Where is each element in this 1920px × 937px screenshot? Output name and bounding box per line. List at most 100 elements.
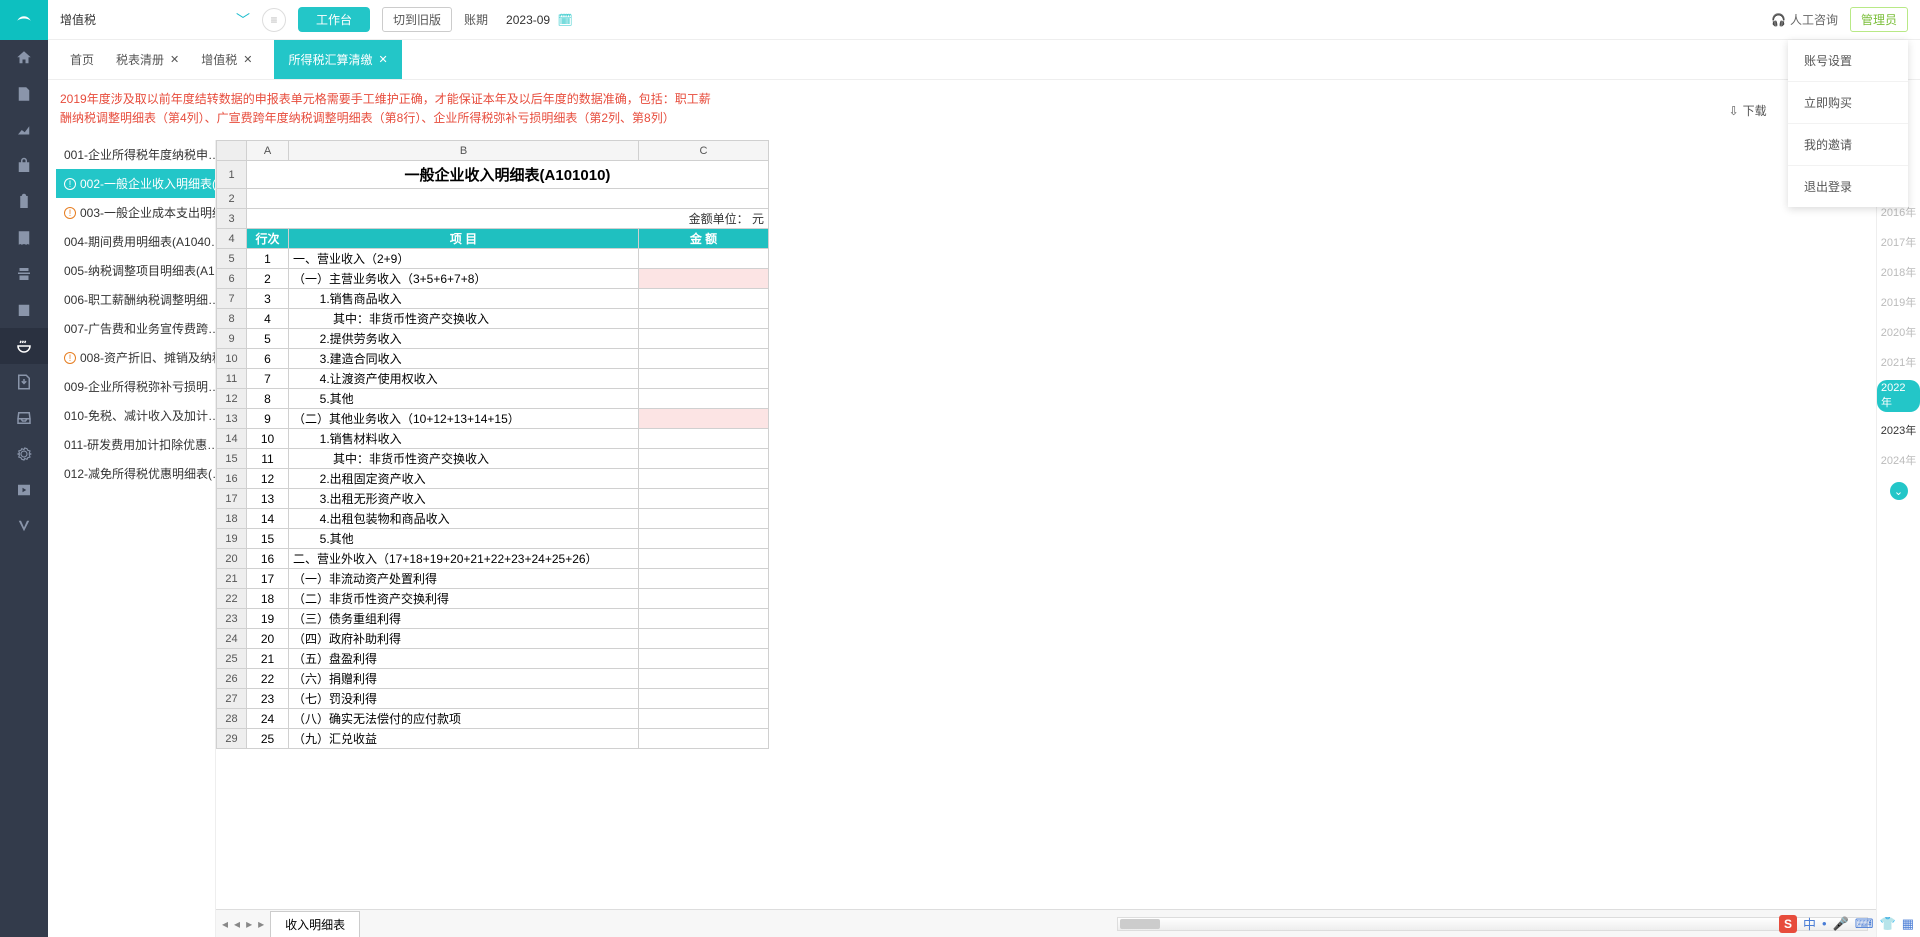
rail-stamp-icon[interactable] [0, 256, 48, 292]
tab[interactable]: 增值税 ✕ [201, 40, 252, 79]
rail-video-icon[interactable] [0, 472, 48, 508]
tab[interactable]: 所得税汇算清缴 ✕ [274, 40, 401, 79]
download-label: 下载 [1743, 102, 1767, 119]
dropdown-item[interactable]: 立即购买 [1788, 81, 1908, 123]
warning-notice: 2019年度涉及取以前年度结转数据的申报表单元格需要手工维护正确，才能保证本年及… [60, 90, 720, 128]
ime-i4[interactable]: 👕 [1880, 916, 1896, 932]
year-item[interactable]: 2023年 [1879, 418, 1918, 442]
rail-clipboard-icon[interactable] [0, 184, 48, 220]
year-more-icon[interactable]: ⌄ [1890, 482, 1908, 500]
sheet-footer: ◂◂▸▸ 收入明细表 [216, 909, 1876, 937]
tax-type-label: 增值税 [60, 11, 96, 28]
tab-label: 增值税 [201, 51, 237, 68]
year-item[interactable]: 2024年 [1879, 448, 1918, 472]
year-item[interactable]: 2019年 [1879, 290, 1918, 314]
period-picker[interactable]: 2023-09 🗓 [500, 13, 573, 27]
rail-bowl-icon[interactable] [0, 328, 48, 364]
dropdown-item[interactable]: 账号设置 [1788, 40, 1908, 81]
close-icon[interactable]: ✕ [170, 53, 179, 66]
tab[interactable]: 税表清册 ✕ [116, 40, 179, 79]
ime-i5[interactable]: ▦ [1902, 916, 1914, 932]
form-list-item[interactable]: 004-期间费用明细表(A1040… [56, 227, 215, 256]
rail-receipt-icon[interactable] [0, 220, 48, 256]
spreadsheet: ABC1一般企业收入明细表(A101010)23金额单位： 元4行次项 目金 额… [216, 140, 1876, 937]
close-icon[interactable]: ✕ [243, 53, 252, 66]
download-button[interactable]: ⇩ 下载 [1729, 102, 1767, 119]
form-list-item[interactable]: 012-减免所得税优惠明细表(… [56, 459, 215, 488]
form-list-item[interactable]: 010-免税、减计收入及加计… [56, 401, 215, 430]
form-item-label: 007-广告费和业务宣传费跨… [64, 320, 215, 337]
ime-mode[interactable]: 中 [1803, 914, 1816, 933]
tab-label: 税表清册 [116, 51, 164, 68]
year-item[interactable]: 2022年 [1877, 380, 1920, 412]
warning-icon: ! [64, 178, 76, 190]
list-button[interactable]: ≡ [262, 8, 286, 32]
calendar-icon: 🗓 [557, 13, 572, 27]
sheet-nav-arrows[interactable]: ◂◂▸▸ [216, 917, 270, 931]
consult-label: 人工咨询 [1790, 11, 1838, 28]
nav-rail [0, 0, 48, 937]
year-item[interactable]: 2021年 [1879, 350, 1918, 374]
workbench-button[interactable]: 工作台 [298, 7, 370, 32]
period-label: 账期 [464, 11, 488, 28]
logo-icon [0, 0, 48, 40]
dropdown-item[interactable]: 退出登录 [1788, 165, 1908, 207]
form-item-label: 010-免税、减计收入及加计… [64, 407, 215, 424]
topbar: 增值税 ﹀ ≡ 工作台 切到旧版 账期 2023-09 🗓 🎧 人工咨询 管理员 [48, 0, 1920, 40]
grid-table[interactable]: ABC1一般企业收入明细表(A101010)23金额单位： 元4行次项 目金 额… [216, 140, 769, 749]
period-value: 2023-09 [506, 13, 550, 27]
form-list-item[interactable]: ! 002-一般企业收入明细表(A1… [56, 169, 215, 198]
ime-i2[interactable]: 🎤 [1833, 916, 1849, 932]
consult-button[interactable]: 🎧 人工咨询 [1771, 11, 1838, 28]
rail-chart-icon[interactable] [0, 112, 48, 148]
rail-calendar-icon[interactable] [0, 292, 48, 328]
switch-old-button[interactable]: 切到旧版 [382, 7, 452, 32]
tax-type-combo[interactable]: 增值税 ﹀ [60, 10, 250, 30]
form-list-item[interactable]: 007-广告费和业务宣传费跨… [56, 314, 215, 343]
form-list-item[interactable]: 009-企业所得税弥补亏损明… [56, 372, 215, 401]
form-list: 001-企业所得税年度纳税申…! 002-一般企业收入明细表(A1…! 003-一般… [56, 140, 216, 937]
form-item-label: 001-企业所得税年度纳税申… [64, 146, 215, 163]
user-dropdown: 账号设置立即购买我的邀请退出登录 [1788, 40, 1908, 207]
year-item[interactable]: 2020年 [1879, 320, 1918, 344]
dropdown-item[interactable]: 我的邀请 [1788, 123, 1908, 165]
form-list-item[interactable]: 005-纳税调整项目明细表(A1… [56, 256, 215, 285]
rail-inbox-icon[interactable] [0, 400, 48, 436]
ime-i3[interactable]: ⌨ [1855, 916, 1874, 932]
rail-home-icon[interactable] [0, 40, 48, 76]
form-list-item[interactable]: ! 003-一般企业成本支出明细… [56, 198, 215, 227]
close-icon[interactable]: ✕ [379, 53, 388, 66]
form-item-label: 005-纳税调整项目明细表(A1… [64, 262, 215, 279]
year-item[interactable]: 2018年 [1879, 260, 1918, 284]
rail-export-icon[interactable] [0, 364, 48, 400]
form-list-item[interactable]: ! 008-资产折旧、摊销及纳税… [56, 343, 215, 372]
form-item-label: 002-一般企业收入明细表(A1… [80, 175, 215, 192]
rail-doc-icon[interactable] [0, 76, 48, 112]
year-item[interactable]: 2017年 [1879, 230, 1918, 254]
warning-icon: ! [64, 352, 76, 364]
headset-icon: 🎧 [1771, 13, 1786, 27]
h-scrollbar[interactable] [1117, 917, 1868, 931]
form-item-label: 008-资产折旧、摊销及纳税… [80, 349, 215, 366]
warning-icon: ! [64, 207, 76, 219]
form-item-label: 012-减免所得税优惠明细表(… [64, 465, 215, 482]
page-tabs: 首页 税表清册 ✕ 增值税 ✕ 所得税汇算清缴 ✕ [48, 40, 1920, 80]
ime-i1[interactable]: • [1822, 916, 1827, 931]
tab-label: 所得税汇算清缴 [288, 51, 372, 68]
form-item-label: 004-期间费用明细表(A1040… [64, 233, 215, 250]
tab[interactable]: 首页 [70, 40, 94, 79]
chevron-down-icon: ﹀ [236, 10, 250, 30]
rail-v-icon[interactable] [0, 508, 48, 544]
rail-gear-icon[interactable] [0, 436, 48, 472]
form-item-label: 006-职工薪酬纳税调整明细… [64, 291, 215, 308]
form-list-item[interactable]: 011-研发费用加计扣除优惠… [56, 430, 215, 459]
form-list-item[interactable]: 006-职工薪酬纳税调整明细… [56, 285, 215, 314]
tab-label: 首页 [70, 51, 94, 68]
year-rail: 2016年2017年2018年2019年2020年2021年2022年2023年… [1876, 140, 1920, 937]
sogou-icon[interactable]: S [1779, 915, 1797, 933]
form-list-item[interactable]: 001-企业所得税年度纳税申… [56, 140, 215, 169]
rail-bag-icon[interactable] [0, 148, 48, 184]
admin-button[interactable]: 管理员 [1850, 7, 1908, 32]
form-item-label: 003-一般企业成本支出明细… [80, 204, 215, 221]
sheet-tab[interactable]: 收入明细表 [270, 911, 360, 937]
